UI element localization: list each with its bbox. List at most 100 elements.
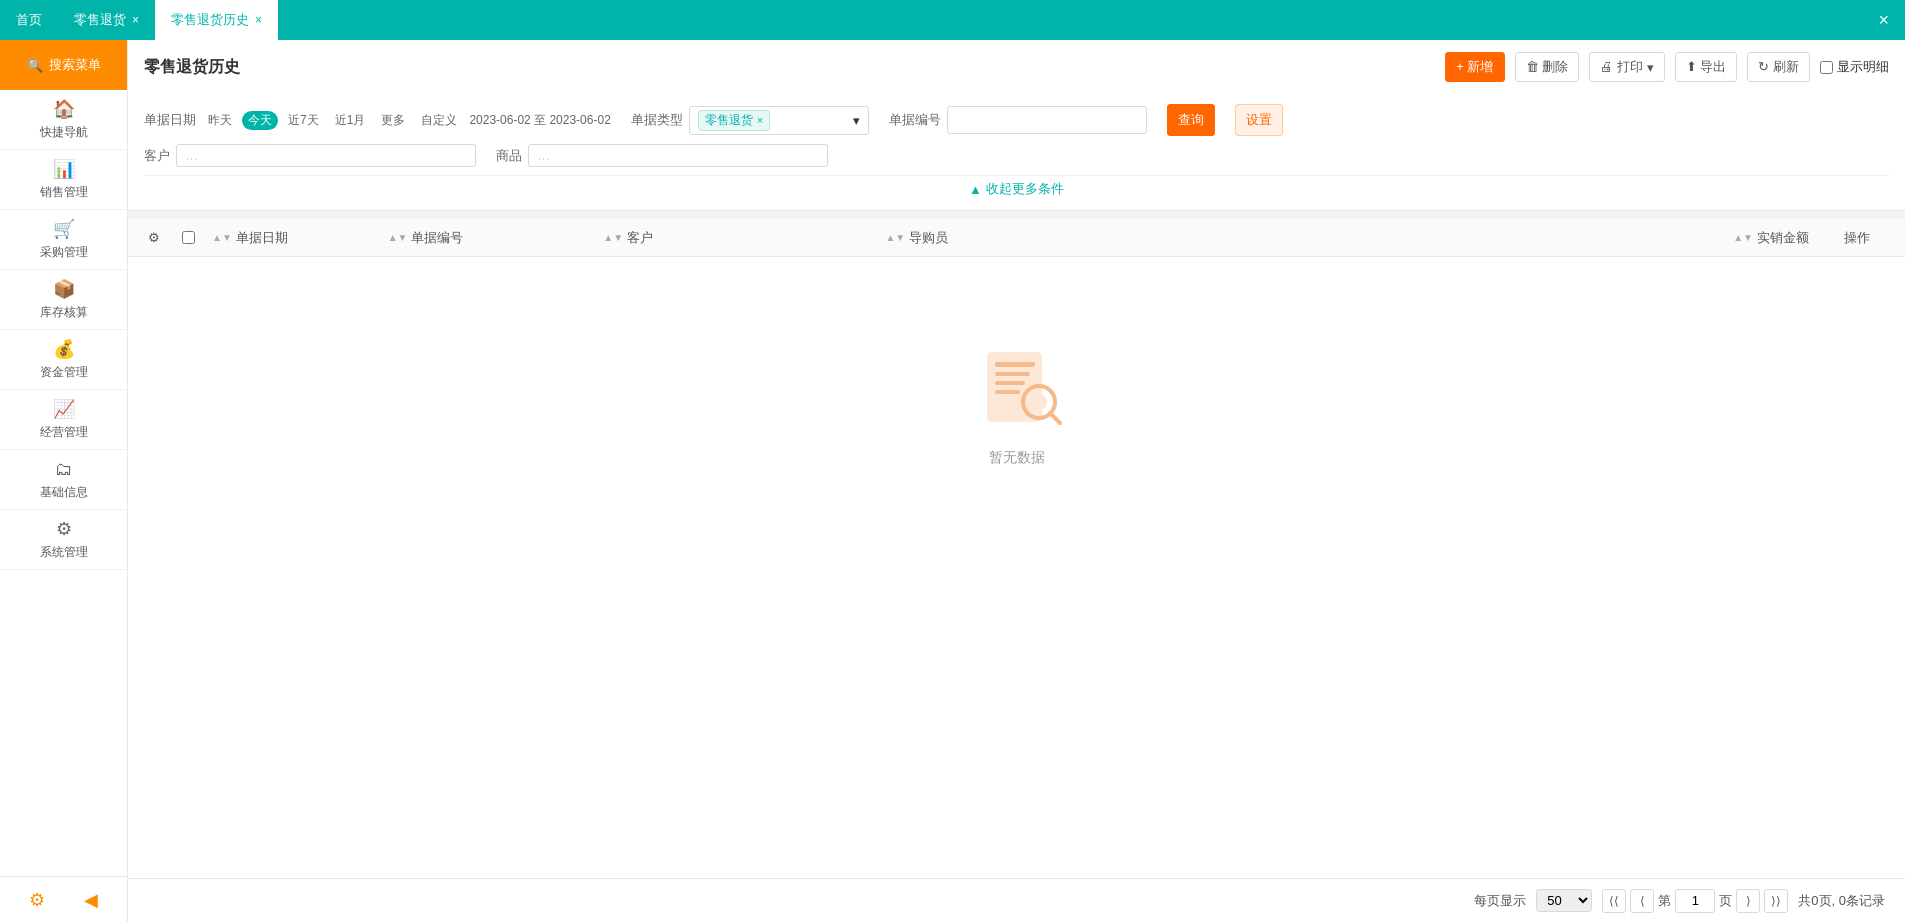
page-label: 第 [1658, 892, 1671, 910]
sidebar-menu: 🏠 快捷导航 📊 销售管理 🛒 采购管理 📦 库存核算 💰 资金管理 📈 [0, 90, 127, 876]
sidebar-item-purchase-mgmt[interactable]: 🛒 采购管理 [0, 210, 127, 270]
delete-button-label: 🗑 删除 [1526, 58, 1569, 76]
doc-type-label: 单据类型 [631, 111, 683, 129]
delete-button[interactable]: 🗑 删除 [1515, 52, 1580, 82]
date-shortcuts: 昨天 今天 近7天 近1月 更多 自定义 [202, 111, 463, 130]
pagination-bar: 每页显示 50 20 100 200 ⟨⟨ ⟨ 第 页 ⟩ ⟩⟩ 共0页, 0条… [128, 878, 1905, 922]
print-button[interactable]: 🖨 打印 ▾ [1589, 52, 1665, 82]
main-layout: 🔍 搜索菜单 🏠 快捷导航 📊 销售管理 🛒 采购管理 📦 库存核算 💰 [0, 40, 1905, 922]
sidebar-item-finance-label: 资金管理 [40, 364, 88, 381]
sales-icon: 📊 [53, 158, 75, 180]
system-icon: ⚙ [56, 518, 72, 540]
th-amount-label: 实销金额 [1757, 229, 1809, 247]
th-amount: ▲▼ 实销金额 [1641, 229, 1817, 247]
print-button-label: 🖨 打印 [1600, 58, 1643, 76]
doc-no-filter: 单据编号 [889, 106, 1147, 134]
tab-retail-return[interactable]: 零售退货 × [58, 0, 155, 40]
page-header: 零售退货历史 + 新增 🗑 删除 🖨 打印 ▾ ⬆ 导出 [128, 40, 1905, 211]
th-date-sort-icon[interactable]: ▲▼ [212, 233, 232, 243]
show-detail-label[interactable]: 显示明细 [1820, 58, 1889, 76]
select-all-checkbox[interactable] [182, 231, 195, 244]
prev-page-btn[interactable]: ⟨ [1630, 889, 1654, 913]
goods-select[interactable]: … [528, 144, 828, 167]
collapse-up-icon: ▲ [969, 182, 982, 197]
sidebar-item-operations[interactable]: 📈 经营管理 [0, 390, 127, 450]
table-wrapper: ⚙ ▲▼ 单据日期 ▲▼ 单据编号 ▲▼ 客户 ▲▼ [128, 219, 1905, 878]
new-button[interactable]: + 新增 [1445, 52, 1504, 82]
sidebar-item-sales-mgmt-label: 销售管理 [40, 184, 88, 201]
page-title: 零售退货历史 [144, 57, 240, 78]
date-range-value: 2023-06-02 至 2023-06-02 [469, 112, 610, 129]
th-guide-sort-icon[interactable]: ▲▼ [885, 233, 905, 243]
tab-retail-return-history-close[interactable]: × [255, 13, 262, 27]
sidebar-item-sales-mgmt[interactable]: 📊 销售管理 [0, 150, 127, 210]
query-button[interactable]: 查询 [1167, 104, 1215, 136]
filter-row-1: 单据日期 昨天 今天 近7天 近1月 更多 自定义 2023-06-02 至 2… [144, 104, 1889, 136]
show-detail-checkbox[interactable] [1820, 61, 1833, 74]
sidebar-item-system-mgmt[interactable]: ⚙ 系统管理 [0, 510, 127, 570]
sidebar-item-quick-nav-label: 快捷导航 [40, 124, 88, 141]
collapse-more-btn[interactable]: ▲ 收起更多条件 [144, 175, 1889, 202]
main-content: 零售退货历史 + 新增 🗑 删除 🖨 打印 ▾ ⬆ 导出 [128, 40, 1905, 922]
per-page-select[interactable]: 50 20 100 200 [1536, 889, 1592, 912]
th-customer-sort-icon[interactable]: ▲▼ [603, 233, 623, 243]
goods-filter-label: 商品 [496, 147, 522, 165]
sidebar-item-finance[interactable]: 💰 资金管理 [0, 330, 127, 390]
sidebar-item-purchase-mgmt-label: 采购管理 [40, 244, 88, 261]
page-title-row: 零售退货历史 + 新增 🗑 删除 🖨 打印 ▾ ⬆ 导出 [144, 52, 1889, 82]
window-close-button[interactable]: × [1862, 10, 1905, 31]
export-button[interactable]: ⬆ 导出 [1675, 52, 1738, 82]
customer-select[interactable]: … [176, 144, 476, 167]
sidebar-item-basic-info[interactable]: 🗂 基础信息 [0, 450, 127, 510]
operations-icon: 📈 [53, 398, 75, 420]
doc-type-select[interactable]: 零售退货 × ▾ [689, 106, 869, 135]
page-input[interactable] [1675, 889, 1715, 913]
collapse-sidebar-icon[interactable]: ◀ [84, 889, 98, 911]
show-detail-text: 显示明细 [1837, 58, 1889, 76]
customer-placeholder: … [185, 148, 198, 163]
filter-area: 单据日期 昨天 今天 近7天 近1月 更多 自定义 2023-06-02 至 2… [144, 94, 1889, 210]
more-shortcut[interactable]: 更多 [375, 111, 411, 130]
tab-home[interactable]: 首页 [0, 0, 58, 40]
svg-rect-1 [995, 362, 1035, 367]
yesterday-shortcut[interactable]: 昨天 [202, 111, 238, 130]
refresh-button-label: ↻ 刷新 [1758, 58, 1799, 76]
th-check[interactable] [172, 231, 204, 244]
print-dropdown-icon[interactable]: ▾ [1647, 60, 1654, 75]
doc-type-tag: 零售退货 × [698, 110, 770, 131]
svg-line-6 [1050, 413, 1060, 423]
th-op-label: 操作 [1844, 229, 1870, 247]
th-no-label: 单据编号 [411, 229, 463, 247]
7days-shortcut[interactable]: 近7天 [282, 111, 325, 130]
1month-shortcut[interactable]: 近1月 [329, 111, 372, 130]
doc-type-tag-value: 零售退货 [705, 112, 753, 129]
tab-home-label: 首页 [16, 11, 42, 29]
custom-shortcut[interactable]: 自定义 [415, 111, 463, 130]
sidebar-item-inventory[interactable]: 📦 库存核算 [0, 270, 127, 330]
column-settings-icon[interactable]: ⚙ [148, 230, 160, 245]
today-shortcut[interactable]: 今天 [242, 111, 278, 130]
th-settings[interactable]: ⚙ [136, 230, 172, 245]
tab-retail-return-close[interactable]: × [132, 13, 139, 27]
empty-text: 暂无数据 [989, 449, 1045, 467]
tab-retail-return-history[interactable]: 零售退货历史 × [155, 0, 278, 40]
th-guide-label: 导购员 [909, 229, 948, 247]
th-no-sort-icon[interactable]: ▲▼ [388, 233, 408, 243]
home-icon: 🏠 [53, 98, 75, 120]
th-amount-sort-icon[interactable]: ▲▼ [1733, 233, 1753, 243]
doc-type-tag-close[interactable]: × [757, 114, 763, 126]
tab-retail-return-history-label: 零售退货历史 [171, 11, 249, 29]
next-page-btn[interactable]: ⟩ [1736, 889, 1760, 913]
sidebar-bottom: ⚙ ◀ [0, 876, 127, 922]
sidebar-item-quick-nav[interactable]: 🏠 快捷导航 [0, 90, 127, 150]
sidebar-search[interactable]: 🔍 搜索菜单 [0, 40, 127, 90]
date-filter: 单据日期 昨天 今天 近7天 近1月 更多 自定义 2023-06-02 至 2… [144, 111, 611, 130]
refresh-button[interactable]: ↻ 刷新 [1747, 52, 1810, 82]
settings-bottom-icon[interactable]: ⚙ [29, 889, 45, 911]
first-page-btn[interactable]: ⟨⟨ [1602, 889, 1626, 913]
last-page-btn[interactable]: ⟩⟩ [1764, 889, 1788, 913]
settings-button[interactable]: 设置 [1235, 104, 1283, 136]
doc-no-input[interactable] [947, 106, 1147, 134]
svg-rect-3 [995, 381, 1025, 385]
toolbar: + 新增 🗑 删除 🖨 打印 ▾ ⬆ 导出 ↻ 刷新 [1445, 52, 1889, 82]
